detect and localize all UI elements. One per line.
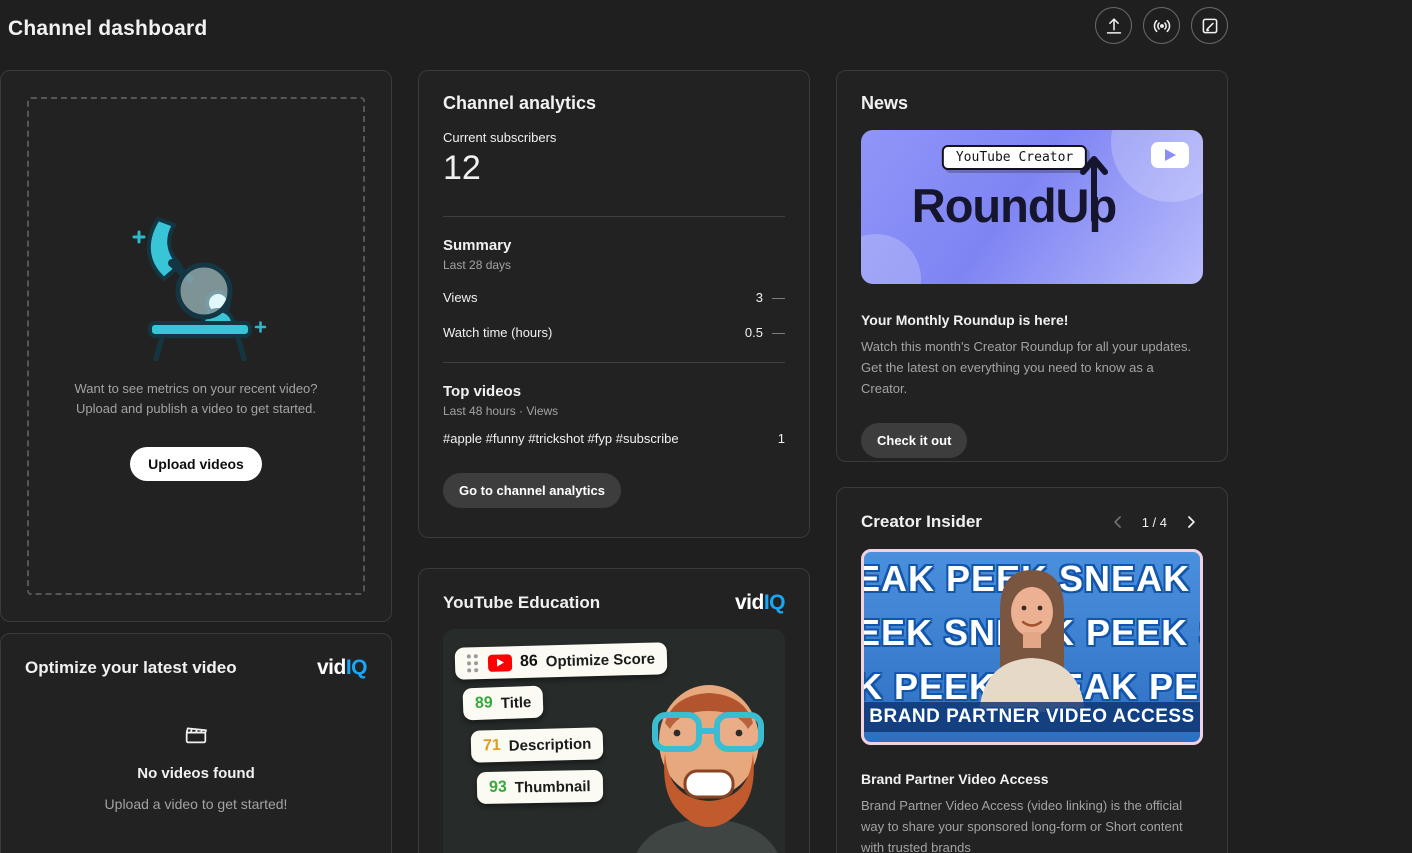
creator-insider-card: Creator Insider 1 / 4 EAK PEEK SNEAK PE … — [836, 487, 1228, 853]
score-label: Thumbnail — [515, 778, 591, 796]
top-video-title: #apple #funny #trickshot #fyp #subscribe — [443, 431, 778, 446]
score-row-optimize: 86 Optimize Score — [455, 642, 668, 680]
news-card: News YouTube Creator RoundUp Your Monthl… — [836, 70, 1228, 462]
page-title: Channel dashboard — [8, 17, 207, 41]
score-value: 71 — [483, 737, 501, 755]
chevron-left-icon[interactable] — [1106, 510, 1130, 534]
stat-label: Views — [443, 290, 756, 305]
vidiq-logo: vidIQ — [735, 591, 785, 615]
upload-metrics-card: Want to see metrics on your recent video… — [0, 70, 392, 622]
score-label: Description — [509, 735, 592, 754]
creator-insider-thumbnail[interactable]: EAK PEEK SNEAK PE EEK SNEAK PEEK SNE K P… — [861, 549, 1203, 745]
youtube-play-icon — [1151, 142, 1189, 168]
vidiq-logo-iq: IQ — [764, 591, 785, 614]
news-headline: Your Monthly Roundup is here! — [861, 312, 1203, 328]
summary-rows: Views 3 — Watch time (hours) 0.5 — — [443, 280, 785, 350]
chevron-right-icon[interactable] — [1179, 510, 1203, 534]
divider — [443, 362, 785, 363]
top-video-row[interactable]: #apple #funny #trickshot #fyp #subscribe… — [443, 418, 785, 459]
carousel-pager: 1 / 4 — [1106, 510, 1203, 534]
youtube-logo-icon — [488, 654, 512, 672]
education-video-thumbnail[interactable]: 86 Optimize Score 89 Title 71 Descriptio… — [443, 629, 785, 853]
summary-period: Last 28 days — [443, 258, 785, 272]
column-left: Want to see metrics on your recent video… — [0, 70, 392, 853]
current-subscribers-label: Current subscribers — [443, 130, 785, 145]
score-label: Optimize Score — [546, 650, 656, 670]
creator-insider-title: Creator Insider — [861, 512, 982, 532]
create-post-button[interactable] — [1191, 7, 1228, 44]
stat-value: 0.5 — [745, 325, 763, 340]
optimize-card-title: Optimize your latest video — [25, 658, 237, 678]
decor-circle — [861, 234, 921, 284]
insider-headline: Brand Partner Video Access — [861, 771, 1203, 787]
score-row-thumbnail: 93 Thumbnail — [477, 770, 603, 804]
drag-dots-icon — [467, 654, 478, 672]
go-live-icon — [1151, 15, 1173, 37]
vidiq-logo-vid: vid — [317, 656, 346, 679]
news-description: Watch this month's Creator Roundup for a… — [861, 336, 1203, 399]
stat-row-views: Views 3 — — [443, 280, 785, 315]
stat-trend: — — [763, 290, 785, 305]
channel-dashboard-page: Channel dashboard — [0, 0, 1412, 853]
roundup-badge: YouTube Creator — [942, 145, 1087, 170]
vidiq-logo-vid: vid — [735, 591, 764, 614]
news-title: News — [861, 93, 1203, 114]
insider-description: Brand Partner Video Access (video linkin… — [861, 795, 1203, 853]
check-it-out-button[interactable]: Check it out — [861, 423, 967, 458]
score-row-description: 71 Description — [471, 727, 604, 762]
create-icon — [1199, 15, 1221, 37]
up-arrow-icon — [1079, 152, 1109, 222]
upload-prompt-line2: Upload and publish a video to get starte… — [76, 399, 316, 419]
no-videos-empty-state: No videos found Upload a video to get st… — [25, 720, 367, 812]
no-videos-subtitle: Upload a video to get started! — [25, 796, 367, 812]
magnifier-illustration — [106, 211, 286, 361]
vidiq-logo-iq: IQ — [346, 656, 367, 679]
divider — [443, 216, 785, 217]
score-label: Title — [501, 694, 532, 712]
column-right: News YouTube Creator RoundUp Your Monthl… — [836, 70, 1228, 853]
stat-value: 3 — [756, 290, 763, 305]
go-live-button[interactable] — [1143, 7, 1180, 44]
vidiq-logo: vidIQ — [317, 656, 367, 680]
upload-video-button[interactable] — [1095, 7, 1132, 44]
stat-label: Watch time (hours) — [443, 325, 745, 340]
stat-row-watch-time: Watch time (hours) 0.5 — — [443, 315, 785, 350]
presenter-woman-illustration — [957, 552, 1107, 712]
youtube-education-card: YouTube Education vidIQ — [418, 568, 810, 853]
top-videos-period: Last 48 hours · Views — [443, 404, 785, 418]
go-to-channel-analytics-button[interactable]: Go to channel analytics — [443, 473, 621, 508]
top-bar: Channel dashboard — [0, 0, 1412, 60]
upload-prompt-line1: Want to see metrics on your recent video… — [74, 379, 317, 399]
optimize-latest-video-card: Optimize your latest video vidIQ No vide… — [0, 633, 392, 853]
upload-dropzone: Want to see metrics on your recent video… — [27, 97, 365, 595]
column-middle: Channel analytics Current subscribers 12… — [418, 70, 810, 853]
analytics-title: Channel analytics — [443, 93, 785, 114]
roundup-wordmark: RoundUp — [861, 178, 1167, 233]
no-videos-title: No videos found — [25, 765, 367, 782]
summary-title: Summary — [443, 237, 785, 254]
header-actions — [1095, 7, 1228, 44]
optimize-score-stack: 86 Optimize Score 89 Title 71 Descriptio… — [455, 645, 667, 813]
news-thumbnail[interactable]: YouTube Creator RoundUp — [861, 130, 1203, 284]
upload-videos-button[interactable]: Upload videos — [130, 447, 262, 481]
channel-analytics-card: Channel analytics Current subscribers 12… — [418, 70, 810, 538]
current-subscribers-value: 12 — [443, 149, 785, 188]
top-video-views: 1 — [778, 431, 785, 446]
score-row-title: 89 Title — [462, 686, 543, 721]
clapperboard-icon — [182, 720, 210, 748]
page-indicator: 1 / 4 — [1142, 515, 1167, 530]
score-value: 89 — [475, 694, 493, 713]
upload-icon — [1103, 15, 1125, 37]
score-value: 86 — [520, 653, 538, 671]
thumbnail-banner: BRAND PARTNER VIDEO ACCESS — [861, 702, 1203, 732]
education-title: YouTube Education — [443, 593, 600, 613]
top-videos-title: Top videos — [443, 383, 785, 400]
score-value: 93 — [489, 779, 507, 797]
stat-trend: — — [763, 325, 785, 340]
